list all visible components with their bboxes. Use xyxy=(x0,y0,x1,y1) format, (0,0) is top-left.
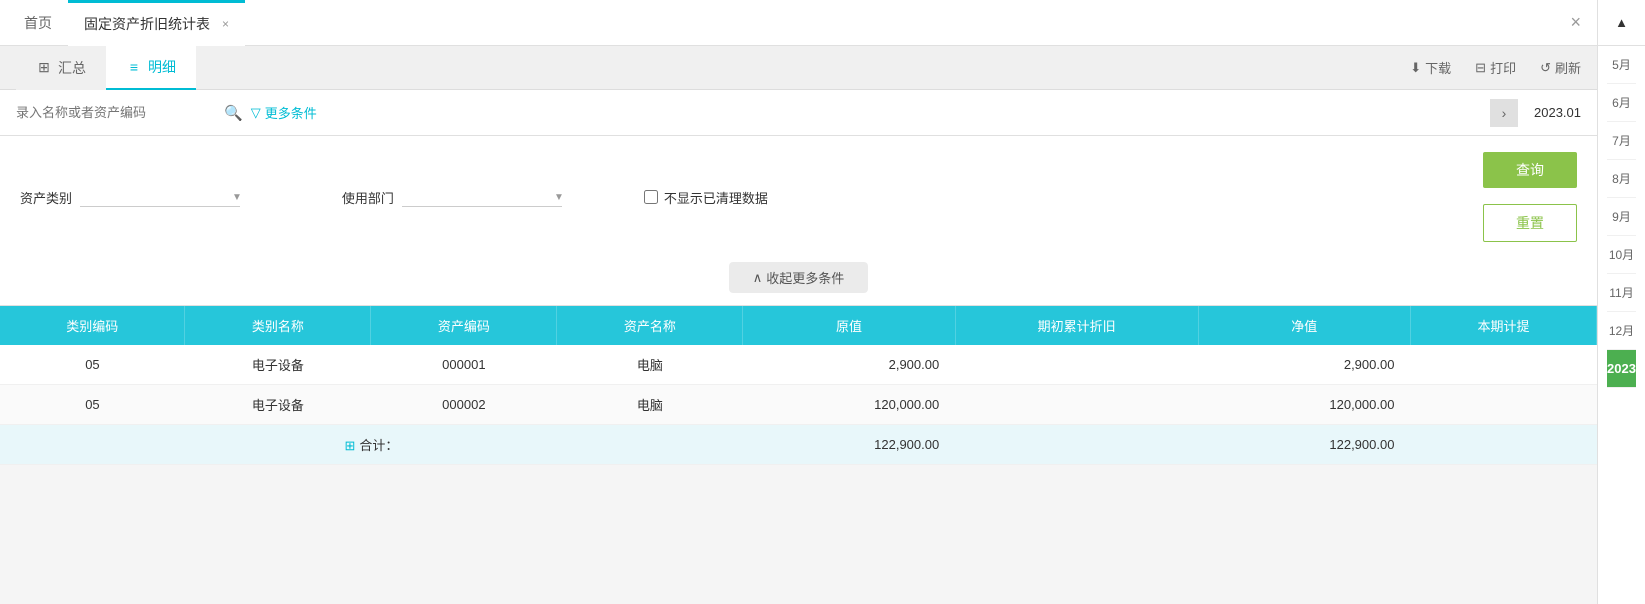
query-button[interactable]: 查询 xyxy=(1483,152,1577,188)
collapse-label: 收起更多条件 xyxy=(766,268,844,287)
month-item[interactable]: 8月 xyxy=(1607,160,1636,198)
total-original-value: 122,900.00 xyxy=(743,425,955,465)
table-cell: 05 xyxy=(0,345,185,385)
print-icon: ⊟ xyxy=(1475,60,1486,76)
table-cell: 000002 xyxy=(371,385,557,425)
table-cell: 120,000.00 xyxy=(743,385,955,425)
tab-detail[interactable]: ≡ 明细 xyxy=(106,46,196,90)
table-cell xyxy=(955,385,1198,425)
table-row[interactable]: 05电子设备000001电脑2,900.002,900.00 xyxy=(0,345,1597,385)
sub-tabs-bar: ⊞ 汇总 ≡ 明细 ⬇ 下载 ⊟ 打印 ↺ 刷新 xyxy=(0,46,1597,90)
print-label: 打印 xyxy=(1490,58,1516,77)
col-current-period: 本期计提 xyxy=(1410,306,1596,345)
month-item[interactable]: 7月 xyxy=(1607,122,1636,160)
total-net-value: 122,900.00 xyxy=(1198,425,1410,465)
assets-table: 类别编码 类别名称 资产编码 资产名称 原值 期初累计折旧 净值 本期计提 05… xyxy=(0,306,1597,465)
table-row[interactable]: 05电子设备000002电脑120,000.00120,000.00 xyxy=(0,385,1597,425)
col-asset-code: 资产编码 xyxy=(371,306,557,345)
search-icon[interactable]: 🔍 xyxy=(224,104,243,122)
total-accum-depreciation xyxy=(955,425,1198,465)
month-item[interactable]: 5月 xyxy=(1607,46,1636,84)
scroll-up-icon[interactable]: ▲ xyxy=(1615,15,1628,30)
table-cell: 电子设备 xyxy=(185,385,371,425)
col-accum-depreciation: 期初累计折旧 xyxy=(955,306,1198,345)
reset-button[interactable]: 重置 xyxy=(1483,204,1577,242)
month-item[interactable]: 6月 xyxy=(1607,84,1636,122)
no-cleared-group: 不显示已清理数据 xyxy=(644,188,768,207)
col-asset-name: 资产名称 xyxy=(557,306,743,345)
table-cell: 电子设备 xyxy=(185,345,371,385)
collapse-button[interactable]: ∧ 收起更多条件 xyxy=(729,262,869,293)
refresh-label: 刷新 xyxy=(1555,58,1581,77)
app-close-button[interactable]: × xyxy=(1570,12,1581,33)
tab-label: 固定资产折旧统计表 xyxy=(84,14,210,34)
download-icon: ⬇ xyxy=(1410,60,1421,76)
table-cell: 电脑 xyxy=(557,385,743,425)
top-nav: 首页 固定资产折旧统计表 × × xyxy=(0,0,1597,46)
table-cell: 电脑 xyxy=(557,345,743,385)
col-original-value: 原值 xyxy=(743,306,955,345)
filter-label: 更多条件 xyxy=(265,103,317,122)
filter-area: 资产类别 ▼ 使用部门 ▼ 不显示已清理数据 xyxy=(0,136,1597,306)
month-item[interactable]: 10月 xyxy=(1607,236,1636,274)
table-container: 类别编码 类别名称 资产编码 资产名称 原值 期初累计折旧 净值 本期计提 05… xyxy=(0,306,1597,465)
main-content: 首页 固定资产折旧统计表 × × ⊞ 汇总 ≡ 明细 ⬇ 下载 xyxy=(0,0,1597,604)
home-nav-item[interactable]: 首页 xyxy=(16,13,60,33)
tab-summary-label: 汇总 xyxy=(58,58,86,78)
asset-category-group: 资产类别 ▼ xyxy=(20,187,242,207)
right-panel-top: ▲ xyxy=(1598,0,1645,46)
total-current-period xyxy=(1410,425,1596,465)
table-cell xyxy=(1410,345,1596,385)
search-bar: 🔍 ▽ 更多条件 › 2023.01 xyxy=(0,90,1597,136)
filter-row: 资产类别 ▼ 使用部门 ▼ 不显示已清理数据 xyxy=(20,152,1577,242)
toolbar-right: ⬇ 下载 ⊟ 打印 ↺ 刷新 xyxy=(1410,58,1581,77)
date-label: 2023.01 xyxy=(1534,105,1581,120)
current-year-badge[interactable]: 2023 xyxy=(1607,350,1636,388)
collapse-bar: ∧ 收起更多条件 xyxy=(20,254,1577,297)
total-row: ⊞合计：122,900.00122,900.00 xyxy=(0,425,1597,465)
month-item[interactable]: 12月 xyxy=(1607,312,1636,350)
asset-category-select[interactable] xyxy=(80,187,240,207)
department-label: 使用部门 xyxy=(342,188,394,207)
table-body: 05电子设备000001电脑2,900.002,900.0005电子设备0000… xyxy=(0,345,1597,465)
month-list: 5月6月7月8月9月10月11月12月2023 xyxy=(1607,46,1636,388)
no-cleared-checkbox[interactable] xyxy=(644,190,658,204)
tab-summary[interactable]: ⊞ 汇总 xyxy=(16,46,106,90)
action-buttons: 查询 重置 xyxy=(1483,152,1577,242)
tab-close-icon[interactable]: × xyxy=(222,17,229,31)
table-header-row: 类别编码 类别名称 资产编码 资产名称 原值 期初累计折旧 净值 本期计提 xyxy=(0,306,1597,345)
asset-category-label: 资产类别 xyxy=(20,188,72,207)
month-item[interactable]: 11月 xyxy=(1607,274,1636,312)
department-group: 使用部门 ▼ xyxy=(342,187,564,207)
summary-icon: ⊞ xyxy=(36,60,52,76)
print-button[interactable]: ⊟ 打印 xyxy=(1475,58,1516,77)
table-cell: 05 xyxy=(0,385,185,425)
table-cell xyxy=(955,345,1198,385)
more-conditions-button[interactable]: ▽ 更多条件 xyxy=(251,103,317,122)
tab-detail-label: 明细 xyxy=(148,57,176,77)
no-cleared-label: 不显示已清理数据 xyxy=(664,188,768,207)
table-cell: 2,900.00 xyxy=(743,345,955,385)
refresh-button[interactable]: ↺ 刷新 xyxy=(1540,58,1581,77)
collapse-icon: ∧ xyxy=(753,270,763,286)
table-cell: 2,900.00 xyxy=(1198,345,1410,385)
search-input[interactable] xyxy=(16,105,216,120)
department-select[interactable] xyxy=(402,187,562,207)
total-label: ⊞合计： xyxy=(0,425,743,465)
filter-icon: ▽ xyxy=(251,105,261,121)
col-category-code: 类别编码 xyxy=(0,306,185,345)
right-panel: ▲ 5月6月7月8月9月10月11月12月2023 xyxy=(1597,0,1645,604)
fixed-assets-tab[interactable]: 固定资产折旧统计表 × xyxy=(68,0,245,46)
download-button[interactable]: ⬇ 下载 xyxy=(1410,58,1451,77)
expand-right-button[interactable]: › xyxy=(1490,99,1518,127)
col-category-name: 类别名称 xyxy=(185,306,371,345)
detail-icon: ≡ xyxy=(126,59,142,75)
table-cell xyxy=(1410,385,1596,425)
month-item[interactable]: 9月 xyxy=(1607,198,1636,236)
refresh-icon: ↺ xyxy=(1540,60,1551,76)
table-cell: 000001 xyxy=(371,345,557,385)
download-label: 下载 xyxy=(1425,58,1451,77)
table-cell: 120,000.00 xyxy=(1198,385,1410,425)
col-net-value: 净值 xyxy=(1198,306,1410,345)
